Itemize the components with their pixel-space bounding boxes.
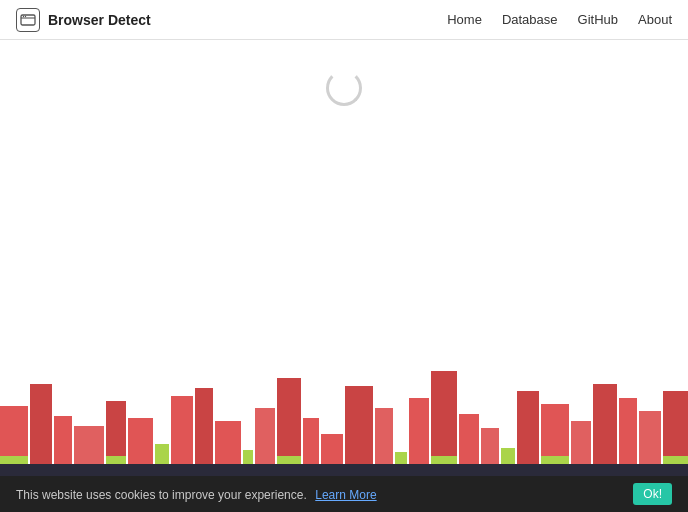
svg-rect-13 — [128, 418, 153, 464]
svg-rect-28 — [431, 371, 457, 464]
navbar: Browser Detect Home Database GitHub Abou… — [0, 0, 688, 40]
main-content — [0, 40, 688, 476]
nav-github[interactable]: GitHub — [578, 12, 618, 27]
cookie-message-text: This website uses cookies to improve you… — [16, 488, 307, 502]
chart-area — [0, 356, 688, 476]
brand: Browser Detect — [16, 8, 151, 32]
svg-rect-33 — [517, 391, 539, 464]
svg-rect-32 — [501, 448, 515, 464]
svg-rect-9 — [54, 416, 72, 464]
svg-rect-31 — [481, 428, 499, 464]
cookie-message-area: This website uses cookies to improve you… — [16, 485, 377, 503]
svg-rect-18 — [243, 450, 253, 464]
svg-rect-4 — [0, 464, 688, 476]
svg-rect-24 — [345, 386, 373, 464]
nav-about[interactable]: About — [638, 12, 672, 27]
svg-rect-40 — [663, 391, 688, 464]
svg-rect-37 — [593, 384, 617, 464]
svg-point-2 — [23, 15, 24, 16]
svg-rect-21 — [277, 456, 301, 464]
svg-rect-20 — [277, 378, 301, 464]
brand-title: Browser Detect — [48, 12, 151, 28]
svg-rect-23 — [321, 434, 343, 464]
svg-rect-12 — [106, 456, 126, 464]
svg-rect-17 — [215, 421, 241, 464]
svg-rect-36 — [571, 421, 591, 464]
cookie-banner: This website uses cookies to improve you… — [0, 476, 688, 512]
svg-rect-14 — [155, 444, 169, 464]
svg-rect-25 — [375, 408, 393, 464]
svg-rect-35 — [541, 456, 569, 464]
svg-point-3 — [25, 15, 26, 16]
bar-chart — [0, 356, 688, 476]
svg-rect-41 — [663, 456, 688, 464]
svg-rect-39 — [639, 411, 661, 464]
svg-rect-16 — [195, 388, 213, 464]
nav-home[interactable]: Home — [447, 12, 482, 27]
svg-rect-19 — [255, 408, 275, 464]
svg-rect-8 — [30, 456, 52, 464]
cookie-ok-button[interactable]: Ok! — [633, 483, 672, 505]
svg-rect-30 — [459, 414, 479, 464]
navbar-links: Home Database GitHub About — [447, 12, 672, 27]
svg-rect-10 — [74, 426, 104, 464]
spinner-container — [326, 70, 362, 106]
brand-icon — [16, 8, 40, 32]
svg-rect-38 — [619, 398, 637, 464]
cookie-learn-more-link[interactable]: Learn More — [315, 488, 376, 502]
svg-rect-27 — [409, 398, 429, 464]
svg-rect-26 — [395, 452, 407, 464]
svg-rect-34 — [541, 404, 569, 464]
svg-rect-11 — [106, 401, 126, 464]
loading-spinner — [326, 70, 362, 106]
svg-rect-7 — [30, 384, 52, 464]
svg-rect-29 — [431, 456, 457, 464]
svg-rect-22 — [303, 418, 319, 464]
svg-rect-15 — [171, 396, 193, 464]
svg-rect-5 — [0, 406, 28, 464]
svg-rect-6 — [0, 456, 28, 464]
nav-database[interactable]: Database — [502, 12, 558, 27]
